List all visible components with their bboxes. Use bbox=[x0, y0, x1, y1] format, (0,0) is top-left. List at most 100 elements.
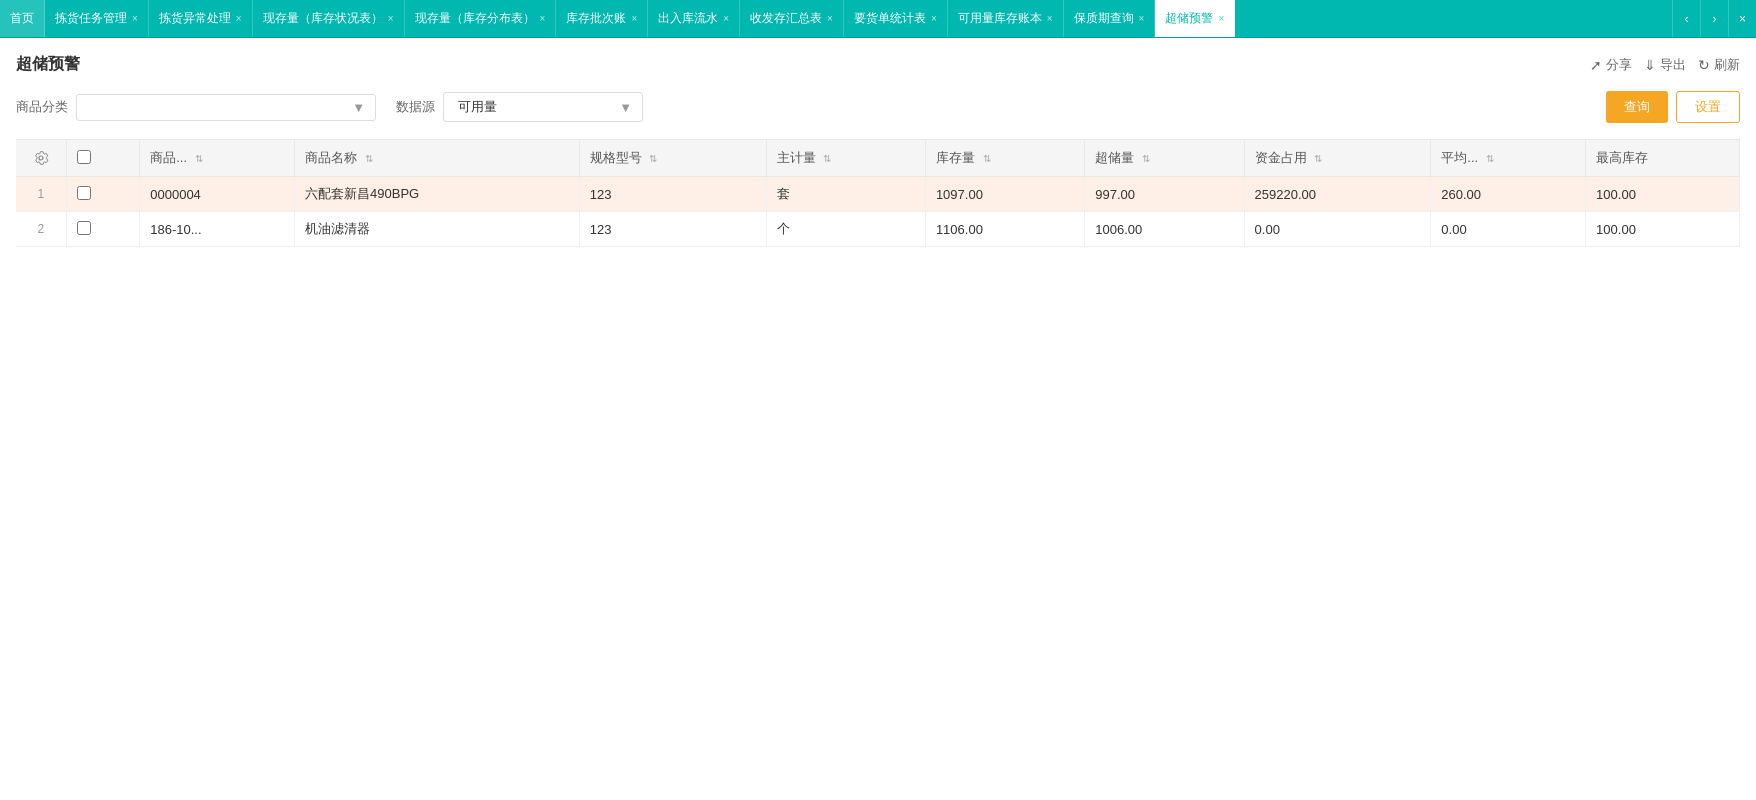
filter-actions: 查询 设置 bbox=[1606, 91, 1740, 123]
nav-next-btn[interactable]: › bbox=[1700, 0, 1728, 38]
th-overstock: 超储量 ⇅ bbox=[1085, 140, 1244, 177]
nav-quality-period[interactable]: 保质期查询 × bbox=[1064, 0, 1156, 37]
nav-stock-dist[interactable]: 现存量（库存分布表） × bbox=[405, 0, 557, 37]
th-settings bbox=[16, 140, 66, 177]
th-stock-label: 库存量 bbox=[936, 150, 975, 165]
th-avg-label: 平均... bbox=[1441, 150, 1478, 165]
sort-icon-overstock[interactable]: ⇅ bbox=[1142, 153, 1150, 164]
nav-overstock-warning[interactable]: 超储预警 × bbox=[1155, 0, 1235, 37]
nav-order-stats[interactable]: 要货单统计表 × bbox=[844, 0, 948, 37]
row-checkbox[interactable] bbox=[77, 186, 91, 200]
datasource-select[interactable]: 可用量 ▼ bbox=[443, 92, 643, 122]
row-unit: 套 bbox=[766, 177, 925, 212]
row-checkbox-cell bbox=[66, 177, 140, 212]
nav-close-8[interactable]: × bbox=[931, 13, 937, 24]
table-row: 2 186-10... 机油滤清器 123 个 1106.00 1006.00 … bbox=[16, 212, 1740, 247]
datasource-label: 数据源 bbox=[396, 98, 435, 116]
refresh-button[interactable]: ↻ 刷新 bbox=[1698, 56, 1740, 74]
share-icon: ➚ bbox=[1590, 57, 1602, 73]
sort-icon-capital[interactable]: ⇅ bbox=[1314, 153, 1322, 164]
sort-icon-avg[interactable]: ⇅ bbox=[1486, 153, 1494, 164]
data-table: 商品... ⇅ 商品名称 ⇅ 规格型号 ⇅ 主计量 ⇅ 库存量 ⇅ bbox=[16, 139, 1740, 247]
header-actions: ➚ 分享 ⇓ 导出 ↻ 刷新 bbox=[1590, 56, 1740, 74]
nav-home[interactable]: 首页 bbox=[0, 0, 45, 37]
sort-icon-code[interactable]: ⇅ bbox=[195, 153, 203, 164]
nav-close-5[interactable]: × bbox=[631, 13, 637, 24]
th-max-stock: 最高库存 bbox=[1586, 140, 1740, 177]
nav-close-3[interactable]: × bbox=[388, 13, 394, 24]
nav-arrows: ‹ › × bbox=[1672, 0, 1756, 38]
th-checkbox bbox=[66, 140, 140, 177]
row-capital: 0.00 bbox=[1244, 212, 1431, 247]
export-icon: ⇓ bbox=[1644, 57, 1656, 73]
sort-icon-spec[interactable]: ⇅ bbox=[649, 153, 657, 164]
nav-close-7[interactable]: × bbox=[827, 13, 833, 24]
row-spec: 123 bbox=[579, 212, 766, 247]
row-number: 2 bbox=[16, 212, 66, 247]
nav-summary[interactable]: 收发存汇总表 × bbox=[740, 0, 844, 37]
filter-row: 商品分类 ▼ 数据源 可用量 ▼ 查询 设置 bbox=[16, 91, 1740, 123]
row-overstock: 1006.00 bbox=[1085, 212, 1244, 247]
th-capital: 资金占用 ⇅ bbox=[1244, 140, 1431, 177]
datasource-filter-group: 数据源 可用量 ▼ bbox=[396, 92, 643, 122]
sort-icon-name[interactable]: ⇅ bbox=[365, 153, 373, 164]
nav-close-1[interactable]: × bbox=[132, 13, 138, 24]
nav-close-4[interactable]: × bbox=[540, 13, 546, 24]
th-overstock-label: 超储量 bbox=[1095, 150, 1134, 165]
th-spec-label: 规格型号 bbox=[590, 150, 642, 165]
nav-prev-btn[interactable]: ‹ bbox=[1672, 0, 1700, 38]
row-stock: 1097.00 bbox=[925, 177, 1084, 212]
th-capital-label: 资金占用 bbox=[1255, 150, 1307, 165]
datasource-select-arrow: ▼ bbox=[619, 100, 632, 115]
header-checkbox[interactable] bbox=[77, 150, 91, 164]
nav-batch-account[interactable]: 库存批次账 × bbox=[556, 0, 648, 37]
th-product-name: 商品名称 ⇅ bbox=[295, 140, 580, 177]
nav-task-mgmt[interactable]: 拣货任务管理 × bbox=[45, 0, 149, 37]
nav-close-2[interactable]: × bbox=[236, 13, 242, 24]
row-overstock: 997.00 bbox=[1085, 177, 1244, 212]
row-product-name: 机油滤清器 bbox=[295, 212, 580, 247]
th-stock: 库存量 ⇅ bbox=[925, 140, 1084, 177]
th-avg: 平均... ⇅ bbox=[1431, 140, 1586, 177]
nav-flow[interactable]: 出入库流水 × bbox=[648, 0, 740, 37]
page-title: 超储预警 bbox=[16, 54, 80, 75]
th-unit-label: 主计量 bbox=[777, 150, 816, 165]
row-product-code: 0000004 bbox=[140, 177, 295, 212]
row-avg: 0.00 bbox=[1431, 212, 1586, 247]
th-unit: 主计量 ⇅ bbox=[766, 140, 925, 177]
table-row: 1 0000004 六配套新昌490BPG 123 套 1097.00 997.… bbox=[16, 177, 1740, 212]
nav-close-11[interactable]: × bbox=[1218, 13, 1224, 24]
row-unit: 个 bbox=[766, 212, 925, 247]
nav-available-account[interactable]: 可用量库存账本 × bbox=[948, 0, 1064, 37]
export-button[interactable]: ⇓ 导出 bbox=[1644, 56, 1686, 74]
category-label: 商品分类 bbox=[16, 98, 68, 116]
nav-close-6[interactable]: × bbox=[723, 13, 729, 24]
row-number: 1 bbox=[16, 177, 66, 212]
row-checkbox[interactable] bbox=[77, 221, 91, 235]
category-select[interactable]: ▼ bbox=[76, 94, 376, 121]
nav-close-9[interactable]: × bbox=[1047, 13, 1053, 24]
nav-close-10[interactable]: × bbox=[1139, 13, 1145, 24]
page-content: 超储预警 ➚ 分享 ⇓ 导出 ↻ 刷新 商品分类 ▼ 数据源 bbox=[0, 38, 1756, 800]
share-button[interactable]: ➚ 分享 bbox=[1590, 56, 1632, 74]
row-capital: 259220.00 bbox=[1244, 177, 1431, 212]
settings-button[interactable]: 设置 bbox=[1676, 91, 1740, 123]
query-button[interactable]: 查询 bbox=[1606, 91, 1668, 123]
th-product-code: 商品... ⇅ bbox=[140, 140, 295, 177]
row-product-name: 六配套新昌490BPG bbox=[295, 177, 580, 212]
row-max-stock: 100.00 bbox=[1586, 177, 1740, 212]
row-max-stock: 100.00 bbox=[1586, 212, 1740, 247]
sort-icon-stock[interactable]: ⇅ bbox=[983, 153, 991, 164]
nav-abnormal[interactable]: 拣货异常处理 × bbox=[149, 0, 253, 37]
category-filter-group: 商品分类 ▼ bbox=[16, 94, 376, 121]
nav-stock-status[interactable]: 现存量（库存状况表） × bbox=[253, 0, 405, 37]
th-max-stock-label: 最高库存 bbox=[1596, 150, 1648, 165]
page-header: 超储预警 ➚ 分享 ⇓ 导出 ↻ 刷新 bbox=[16, 54, 1740, 75]
row-product-code: 186-10... bbox=[140, 212, 295, 247]
sort-icon-unit[interactable]: ⇅ bbox=[823, 153, 831, 164]
gear-icon[interactable] bbox=[33, 150, 49, 166]
row-checkbox-cell bbox=[66, 212, 140, 247]
category-select-arrow: ▼ bbox=[352, 100, 365, 115]
nav-close-all-btn[interactable]: × bbox=[1728, 0, 1756, 38]
datasource-value: 可用量 bbox=[458, 98, 497, 116]
